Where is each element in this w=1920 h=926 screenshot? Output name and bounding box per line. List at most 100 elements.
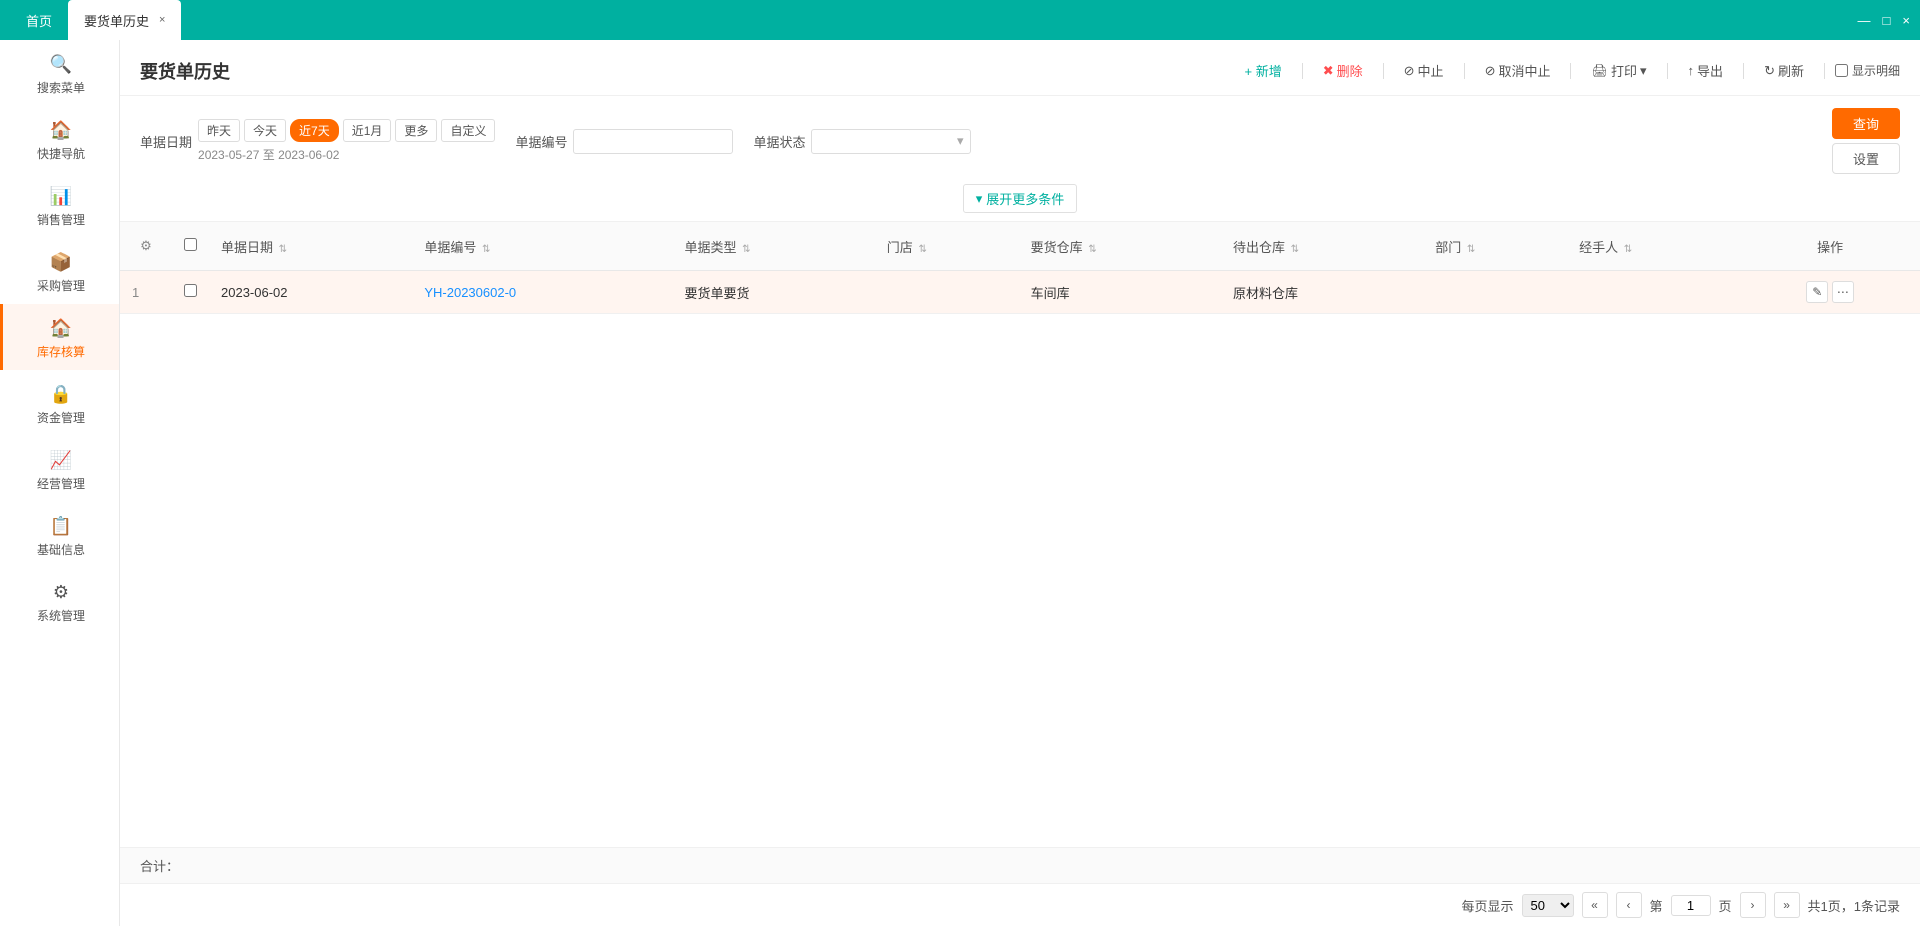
sidebar-item-finance[interactable]: 🔒 资金管理	[0, 370, 119, 436]
row-num: 1	[120, 271, 172, 314]
sidebar-item-sales[interactable]: 📊 销售管理	[0, 172, 119, 238]
date-btn-today[interactable]: 今天	[244, 119, 286, 142]
date-filter-label: 单据日期	[140, 132, 192, 151]
select-all-checkbox[interactable]	[184, 238, 197, 251]
cell-bill-no: YH-20230602-0	[412, 271, 672, 314]
bill-no-label: 单据编号	[515, 132, 567, 151]
bill-no-link[interactable]: YH-20230602-0	[424, 285, 516, 300]
th-bill-no: 单据编号 ⇅	[412, 222, 672, 271]
export-icon: ↑	[1688, 63, 1695, 78]
bill-no-input[interactable]	[573, 129, 733, 154]
date-btn-1month[interactable]: 近1月	[343, 119, 392, 142]
last-page-btn[interactable]: »	[1774, 892, 1800, 918]
th-handler: 经手人 ⇅	[1567, 222, 1740, 271]
stop-icon: ⊘	[1404, 63, 1415, 79]
footer-total: 合计：	[140, 859, 179, 874]
cancel-stop-button[interactable]: ⊘ 取消中止	[1475, 56, 1561, 85]
date-btn-more[interactable]: 更多	[395, 119, 437, 142]
tab-bill-history[interactable]: 要货单历史 ×	[68, 0, 181, 40]
cell-bill-type: 要货单要货	[673, 271, 875, 314]
th-checkbox	[172, 222, 209, 271]
status-filter: 单据状态 ▾	[753, 129, 971, 154]
query-button[interactable]: 查询	[1832, 108, 1900, 139]
close-icon[interactable]: ×	[1902, 13, 1910, 28]
page-number-input[interactable]	[1671, 895, 1711, 916]
next-page-btn[interactable]: ›	[1740, 892, 1766, 918]
date-btn-7days[interactable]: 近7天	[290, 119, 339, 142]
sales-icon: 📊	[50, 186, 72, 207]
expand-more-button[interactable]: ▾ 展开更多条件	[963, 184, 1078, 213]
sidebar-search-label: 搜索菜单	[37, 79, 85, 96]
sidebar-item-system[interactable]: ⚙ 系统管理	[0, 568, 119, 634]
show-detail-checkbox[interactable]	[1835, 64, 1848, 77]
sort-date-icon: ⇅	[279, 244, 287, 255]
close-tab-icon[interactable]: ×	[159, 14, 165, 26]
first-page-btn[interactable]: «	[1582, 892, 1608, 918]
print-button[interactable]: 🖨 打印 ▾	[1581, 56, 1656, 85]
stop-button[interactable]: ⊘ 中止	[1394, 56, 1454, 85]
per-page-label: 每页显示	[1461, 896, 1513, 915]
cell-date: 2023-06-02	[209, 271, 412, 314]
table-header-row: ⚙ 单据日期 ⇅ 单据编号 ⇅	[120, 222, 1920, 271]
setting-button[interactable]: 设置	[1832, 143, 1900, 174]
sidebar-purchase-label: 采购管理	[37, 277, 85, 294]
th-dept: 部门 ⇅	[1423, 222, 1567, 271]
th-date: 单据日期 ⇅	[209, 222, 412, 271]
new-button[interactable]: + 新增	[1235, 56, 1292, 85]
minimize-icon[interactable]: —	[1858, 13, 1871, 28]
print-icon: 🖨	[1591, 63, 1608, 79]
operations-icon: 📈	[50, 450, 72, 471]
sidebar-finance-label: 资金管理	[37, 409, 85, 426]
refresh-icon: ↻	[1764, 63, 1775, 79]
inventory-icon: 🏠	[50, 318, 72, 339]
tab-home[interactable]: 首页	[10, 0, 68, 40]
filter-row: 单据日期 昨天 今天 近7天 近1月 更多 自定义 2023-05-27 至 2…	[140, 108, 1900, 174]
filter-actions: 查询 设置	[1832, 108, 1900, 174]
sidebar-item-quicknav[interactable]: 🏠 快捷导航	[0, 106, 119, 172]
sidebar-item-search[interactable]: 🔍 搜索菜单	[0, 40, 119, 106]
sort-bill-type-icon: ⇅	[742, 244, 750, 255]
sidebar-system-label: 系统管理	[37, 607, 85, 624]
th-pending-warehouse: 待出仓库 ⇅	[1221, 222, 1423, 271]
more-op-btn[interactable]: ⋯	[1832, 281, 1854, 303]
sort-handler-icon: ⇅	[1624, 244, 1632, 255]
prev-page-btn[interactable]: ‹	[1616, 892, 1642, 918]
bill-history-tab-label: 要货单历史	[84, 11, 149, 30]
expand-more-label: 展开更多条件	[986, 189, 1064, 208]
status-select[interactable]	[811, 129, 971, 154]
date-btn-custom[interactable]: 自定义	[441, 119, 495, 142]
delete-button[interactable]: ✖ 删除	[1313, 56, 1373, 85]
sidebar-item-operations[interactable]: 📈 经营管理	[0, 436, 119, 502]
show-detail-checkbox-label[interactable]: 显示明细	[1835, 62, 1900, 79]
data-table: ⚙ 单据日期 ⇅ 单据编号 ⇅	[120, 222, 1920, 314]
date-btn-yesterday[interactable]: 昨天	[198, 119, 240, 142]
sidebar-item-inventory[interactable]: 🏠 库存核算	[0, 304, 119, 370]
page-title: 要货单历史	[140, 58, 230, 84]
sort-bill-no-icon: ⇅	[482, 244, 490, 255]
page-size-select[interactable]: 50 100	[1522, 894, 1574, 917]
th-operation: 操作	[1740, 222, 1920, 271]
sort-dept-icon: ⇅	[1467, 244, 1475, 255]
home-icon: 🏠	[50, 120, 72, 141]
edit-icon-btn[interactable]: ✎	[1806, 281, 1828, 303]
sort-pending-warehouse-icon: ⇅	[1291, 244, 1299, 255]
delete-icon: ✖	[1323, 63, 1334, 79]
th-settings: ⚙	[120, 222, 172, 271]
export-button[interactable]: ↑ 导出	[1678, 56, 1734, 85]
search-icon: 🔍	[50, 54, 72, 75]
table-settings-icon[interactable]: ⚙	[132, 232, 160, 260]
basic-info-icon: 📋	[50, 516, 72, 537]
row-checkbox[interactable]	[184, 284, 197, 297]
page-header: 要货单历史 + 新增 ✖ 删除 ⊘ 中止 ⊘	[120, 40, 1920, 96]
cell-req-warehouse: 车间库	[1019, 271, 1221, 314]
page-label-after: 页	[1719, 896, 1732, 915]
date-range-display: 2023-05-27 至 2023-06-02	[198, 146, 495, 163]
sidebar-item-basic-info[interactable]: 📋 基础信息	[0, 502, 119, 568]
refresh-button[interactable]: ↻ 刷新	[1754, 56, 1814, 85]
cell-operation: ✎ ⋯	[1740, 271, 1920, 314]
maximize-icon[interactable]: □	[1883, 13, 1891, 28]
top-bar: 首页 要货单历史 × — □ ×	[0, 0, 1920, 40]
sidebar-item-purchase[interactable]: 📦 采购管理	[0, 238, 119, 304]
cell-handler	[1567, 271, 1740, 314]
sidebar-operations-label: 经营管理	[37, 475, 85, 492]
